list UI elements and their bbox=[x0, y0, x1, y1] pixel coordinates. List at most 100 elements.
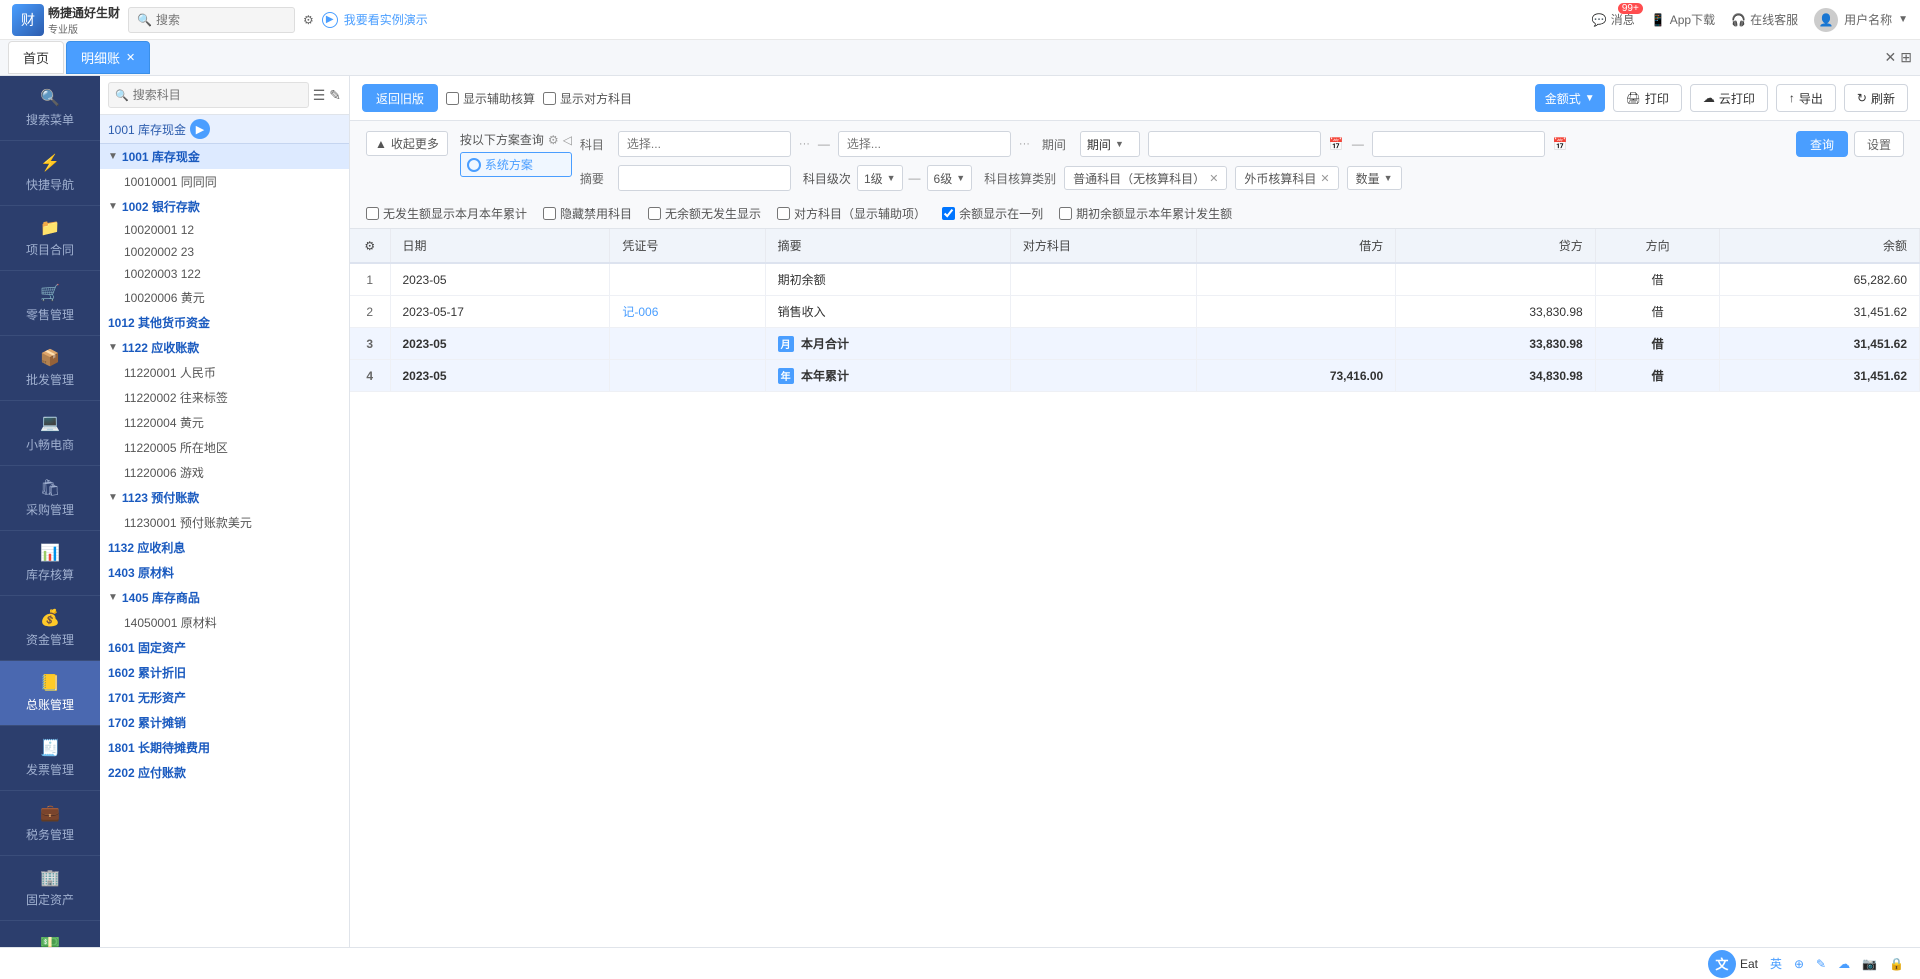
sidebar-item-retail[interactable]: 🛒 零售管理 bbox=[0, 271, 100, 336]
global-search[interactable]: 🔍 bbox=[128, 7, 295, 33]
tag-foreign-close[interactable]: ✕ bbox=[1320, 172, 1329, 185]
tree-node-1601[interactable]: 1601 固定资产 bbox=[100, 635, 349, 660]
table-settings-icon[interactable]: ⚙ bbox=[364, 239, 375, 253]
settings-btn[interactable]: ⚙ bbox=[303, 13, 314, 27]
period-from-input[interactable]: 2023-05 bbox=[1148, 131, 1321, 157]
tree-node-1001[interactable]: ▼ 1001 库存现金 bbox=[100, 144, 349, 169]
tree-node-2202[interactable]: 2202 应付账款 bbox=[100, 760, 349, 785]
sidebar-item-ecommerce[interactable]: 💻 小畅电商 bbox=[0, 401, 100, 466]
system-scheme-btn[interactable]: 系统方案 bbox=[460, 152, 572, 177]
lock-btn[interactable]: 🔒 bbox=[1889, 957, 1904, 971]
period-to-input[interactable]: 2023-05 bbox=[1372, 131, 1545, 157]
tree-node-1702[interactable]: 1702 累计摊销 bbox=[100, 710, 349, 735]
tree-node-1801[interactable]: 1801 长期待摊费用 bbox=[100, 735, 349, 760]
tree-node-11220001[interactable]: 11220001 人民币 bbox=[100, 360, 349, 385]
cloud-print-btn[interactable]: ☁ 云打印 bbox=[1690, 84, 1768, 112]
cloud-btn[interactable]: ☁ bbox=[1838, 957, 1850, 971]
voucher-link[interactable]: 记-006 bbox=[622, 305, 658, 319]
tree-node-1602[interactable]: 1602 累计折旧 bbox=[100, 660, 349, 685]
tab-home[interactable]: 首页 bbox=[8, 41, 64, 74]
cb-opening-input[interactable] bbox=[1059, 207, 1072, 220]
user-area[interactable]: 👤 用户名称 ▼ bbox=[1814, 8, 1908, 32]
subject-more-icon[interactable]: ··· bbox=[799, 138, 810, 150]
tree-node-1123[interactable]: ▼ 1123 预付账款 bbox=[100, 485, 349, 510]
tree-node-1132[interactable]: 1132 应收利息 bbox=[100, 535, 349, 560]
display-check-input[interactable] bbox=[446, 92, 459, 105]
app-download-btn[interactable]: 📱 App下载 bbox=[1651, 11, 1715, 28]
tree-node-11220002[interactable]: 11220002 往来标签 bbox=[100, 385, 349, 410]
sidebar-item-capital[interactable]: 💰 资金管理 bbox=[0, 596, 100, 661]
tree-node-10020003[interactable]: 10020003 122 bbox=[100, 263, 349, 285]
print-btn[interactable]: 🖨 打印 bbox=[1613, 84, 1682, 112]
summary-input[interactable] bbox=[618, 165, 791, 191]
tree-node-11230001[interactable]: 11230001 预付账款美元 bbox=[100, 510, 349, 535]
account-search-input[interactable] bbox=[133, 88, 302, 102]
tree-node-1405[interactable]: ▼ 1405 库存商品 bbox=[100, 585, 349, 610]
tree-node-11220005[interactable]: 11220005 所在地区 bbox=[100, 435, 349, 460]
cb-hide-account-input[interactable] bbox=[543, 207, 556, 220]
next-account-btn[interactable]: ▶ bbox=[190, 119, 210, 139]
sidebar-item-assets[interactable]: 🏢 固定资产 bbox=[0, 856, 100, 921]
tree-node-1002[interactable]: ▼ 1002 银行存款 bbox=[100, 194, 349, 219]
account-search[interactable]: 🔍 bbox=[108, 82, 309, 108]
edit-icon[interactable]: ✎ bbox=[329, 87, 341, 104]
period-calendar-icon2[interactable]: 📅 bbox=[1553, 137, 1568, 151]
tree-node-10020006[interactable]: 10020006 黄元 bbox=[100, 285, 349, 310]
return-old-version-btn[interactable]: 返回旧版 bbox=[362, 84, 438, 112]
subject-more-icon2[interactable]: ··· bbox=[1019, 138, 1030, 150]
sidebar-item-accounting[interactable]: 📒 总账管理 bbox=[0, 661, 100, 726]
level-to-select[interactable]: 6级 ▼ bbox=[927, 165, 973, 191]
collapse-more-btn[interactable]: ▲ 收起更多 bbox=[366, 131, 448, 156]
period-calendar-icon[interactable]: 📅 bbox=[1329, 137, 1344, 151]
refresh-btn[interactable]: ↻ 刷新 bbox=[1844, 84, 1908, 112]
tree-node-11220006[interactable]: 11220006 游戏 bbox=[100, 460, 349, 485]
format-dropdown-btn[interactable]: 金额式 ▼ bbox=[1535, 84, 1605, 112]
tree-node-14050001[interactable]: 14050001 原材料 bbox=[100, 610, 349, 635]
tree-node-1122[interactable]: ▼ 1122 应收账款 bbox=[100, 335, 349, 360]
tab-maximize[interactable]: ⊞ bbox=[1900, 49, 1912, 66]
list-view-icon[interactable]: ☰ bbox=[313, 87, 326, 104]
scheme-collapse-icon[interactable]: ◁ bbox=[563, 133, 572, 147]
sidebar-item-purchase[interactable]: 🛍 采购管理 bbox=[0, 466, 100, 531]
tab-close-btn[interactable]: ✕ bbox=[126, 51, 135, 64]
demo-link[interactable]: ▶ 我要看实例演示 bbox=[322, 11, 428, 28]
lang-btn[interactable]: 英 bbox=[1770, 955, 1782, 972]
display-contra-input[interactable] bbox=[543, 92, 556, 105]
subject-from-input[interactable] bbox=[618, 131, 791, 157]
cb-no-balance2-input[interactable] bbox=[648, 207, 661, 220]
cb-show-balance-input[interactable] bbox=[942, 207, 955, 220]
sidebar-item-quick-nav[interactable]: ⚡ 快捷导航 bbox=[0, 141, 100, 206]
tab-close-window[interactable]: ✕ bbox=[1885, 49, 1897, 66]
setting-btn[interactable]: 设置 bbox=[1854, 131, 1904, 157]
zoom-btn[interactable]: ⊕ bbox=[1794, 957, 1804, 971]
sidebar-item-inventory[interactable]: 📊 库存核算 bbox=[0, 531, 100, 596]
sidebar-item-tax[interactable]: 💼 税务管理 bbox=[0, 791, 100, 856]
export-btn[interactable]: ↑ 导出 bbox=[1776, 84, 1836, 112]
level-from-select[interactable]: 1级 ▼ bbox=[857, 165, 903, 191]
tab-detail[interactable]: 明细账 ✕ bbox=[66, 41, 150, 74]
eat-btn[interactable]: 文 Eat bbox=[1708, 950, 1758, 978]
sidebar-item-invoice[interactable]: 🧾 发票管理 bbox=[0, 726, 100, 791]
online-service-btn[interactable]: 🎧 在线客服 bbox=[1731, 11, 1798, 28]
row2-voucher[interactable]: 记-006 bbox=[610, 296, 765, 328]
cb-no-balance-input[interactable] bbox=[366, 207, 379, 220]
tree-node-1012[interactable]: 1012 其他货币资金 bbox=[100, 310, 349, 335]
period-type-select[interactable]: 期间 ▼ bbox=[1080, 131, 1140, 157]
edit-btn[interactable]: ✎ bbox=[1816, 957, 1826, 971]
message-btn[interactable]: 💬 消息 99+ bbox=[1592, 11, 1635, 28]
quantity-btn[interactable]: 数量 ▼ bbox=[1347, 166, 1402, 190]
tree-node-11220004[interactable]: 11220004 黄元 bbox=[100, 410, 349, 435]
tag-normal-close[interactable]: ✕ bbox=[1209, 172, 1218, 185]
camera-btn[interactable]: 📷 bbox=[1862, 957, 1877, 971]
scheme-settings-icon[interactable]: ⚙ bbox=[548, 133, 559, 147]
sidebar-item-wholesale[interactable]: 📦 批发管理 bbox=[0, 336, 100, 401]
cb-contra-input[interactable] bbox=[777, 207, 790, 220]
tree-node-1701[interactable]: 1701 无形资产 bbox=[100, 685, 349, 710]
sidebar-item-project[interactable]: 📁 项目合同 bbox=[0, 206, 100, 271]
tree-node-10020001[interactable]: 10020001 12 bbox=[100, 219, 349, 241]
search-input[interactable] bbox=[156, 13, 286, 27]
subject-to-input[interactable] bbox=[838, 131, 1011, 157]
tree-node-1403[interactable]: 1403 原材料 bbox=[100, 560, 349, 585]
tree-node-10020002[interactable]: 10020002 23 bbox=[100, 241, 349, 263]
tree-node-10010001[interactable]: 10010001 同同同 bbox=[100, 169, 349, 194]
